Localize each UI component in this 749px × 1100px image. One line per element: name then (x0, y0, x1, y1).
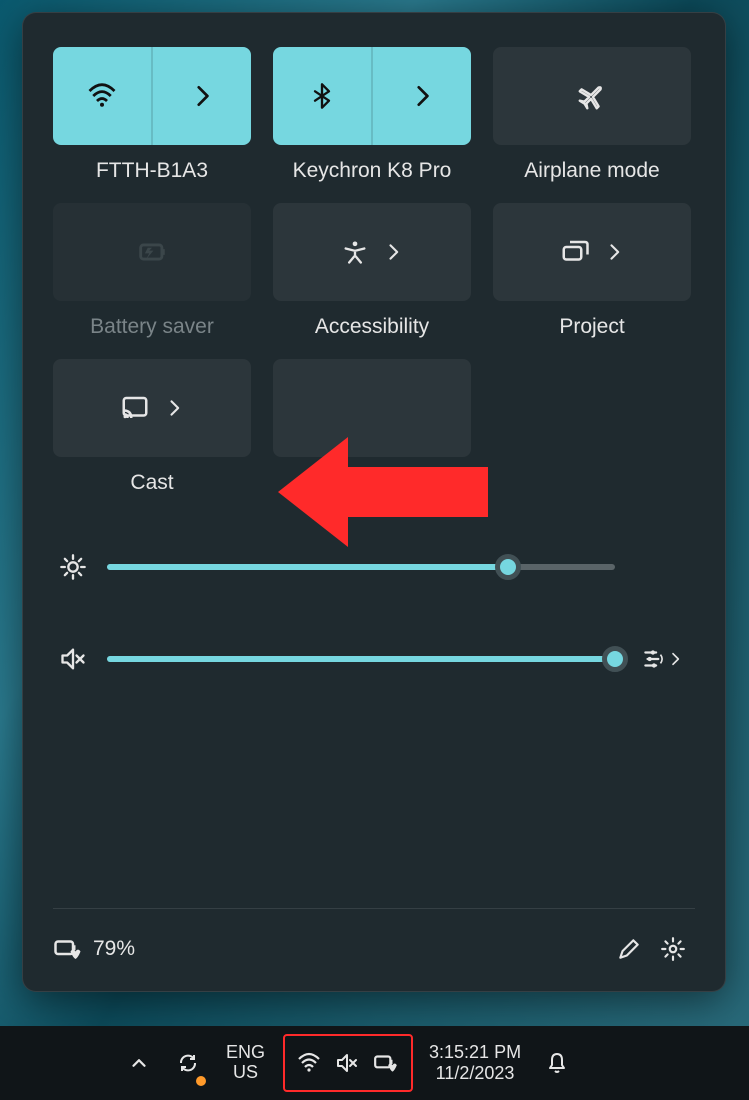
lang-primary: ENG (226, 1043, 265, 1063)
accessibility-icon (341, 238, 369, 266)
sliders-group (53, 553, 695, 673)
time-label: 3:15:21 PM (429, 1042, 521, 1063)
chevron-right-icon (189, 83, 215, 109)
panel-footer: 79% (53, 908, 695, 971)
settings-button[interactable] (651, 927, 695, 971)
nearby-sharing-label: Nearby sharing (301, 471, 443, 495)
project-icon (560, 237, 590, 267)
brightness-row (59, 553, 689, 581)
volume-mixer-button[interactable] (635, 646, 689, 672)
wifi-toggle[interactable] (53, 47, 151, 145)
notifications-button[interactable] (537, 1034, 577, 1092)
wifi-icon (297, 1051, 321, 1075)
tray-overflow-button[interactable] (120, 1034, 158, 1092)
tiles-grid: FTTH-B1A3 Keychron K8 Pro Airplane mode … (53, 47, 695, 495)
bluetooth-icon (308, 82, 336, 110)
bluetooth-label: Keychron K8 Pro (293, 159, 452, 183)
project-tile[interactable] (493, 203, 691, 301)
bell-icon (545, 1051, 569, 1075)
brightness-icon (59, 553, 87, 581)
taskbar: ENG US 3:15:21 PM 11/2/2023 (0, 1026, 749, 1100)
chevron-right-icon (383, 242, 403, 262)
system-tray[interactable] (283, 1034, 413, 1092)
bluetooth-toggle[interactable] (273, 47, 371, 145)
sync-icon (176, 1051, 200, 1075)
volume-row (59, 645, 689, 673)
battery-saver-tile (53, 203, 251, 301)
date-label: 11/2/2023 (436, 1063, 515, 1084)
clock[interactable]: 3:15:21 PM 11/2/2023 (423, 1034, 527, 1092)
chevron-right-icon (667, 651, 683, 667)
volume-muted-icon[interactable] (59, 645, 87, 673)
battery-heart-icon (53, 934, 83, 964)
airplane-icon (576, 80, 608, 112)
quick-settings-panel: FTTH-B1A3 Keychron K8 Pro Airplane mode … (22, 12, 726, 992)
wifi-tile[interactable] (53, 47, 251, 145)
volume-slider[interactable] (107, 647, 615, 671)
chevron-right-icon (604, 242, 624, 262)
battery-heart-icon (373, 1050, 399, 1076)
wifi-expand[interactable] (153, 47, 251, 145)
wifi-label: FTTH-B1A3 (96, 159, 208, 183)
lang-secondary: US (233, 1063, 258, 1083)
chevron-right-icon (409, 83, 435, 109)
accessibility-tile[interactable] (273, 203, 471, 301)
battery-percent: 79% (93, 937, 135, 961)
airplane-label: Airplane mode (524, 159, 659, 183)
chevron-right-icon (164, 398, 184, 418)
brightness-slider[interactable] (107, 555, 615, 579)
nearby-sharing-tile[interactable]: . (273, 359, 471, 457)
battery-saver-label: Battery saver (90, 315, 214, 339)
onedrive-sync-button[interactable] (168, 1034, 208, 1092)
bluetooth-expand[interactable] (373, 47, 471, 145)
volume-muted-icon (335, 1051, 359, 1075)
gear-icon (660, 936, 686, 962)
cast-label: Cast (130, 471, 173, 495)
wifi-icon (87, 81, 117, 111)
pencil-icon (616, 936, 642, 962)
chevron-up-icon (128, 1052, 150, 1074)
accessibility-label: Accessibility (315, 315, 429, 339)
airplane-tile[interactable] (493, 47, 691, 145)
cast-tile[interactable] (53, 359, 251, 457)
battery-saver-icon (135, 235, 169, 269)
status-dot-icon (196, 1076, 206, 1086)
edit-quick-settings-button[interactable] (607, 927, 651, 971)
battery-status[interactable]: 79% (53, 934, 135, 964)
language-switcher[interactable]: ENG US (218, 1034, 273, 1092)
bluetooth-tile[interactable] (273, 47, 471, 145)
project-label: Project (559, 315, 624, 339)
cast-icon (120, 393, 150, 423)
mixer-icon (641, 646, 667, 672)
